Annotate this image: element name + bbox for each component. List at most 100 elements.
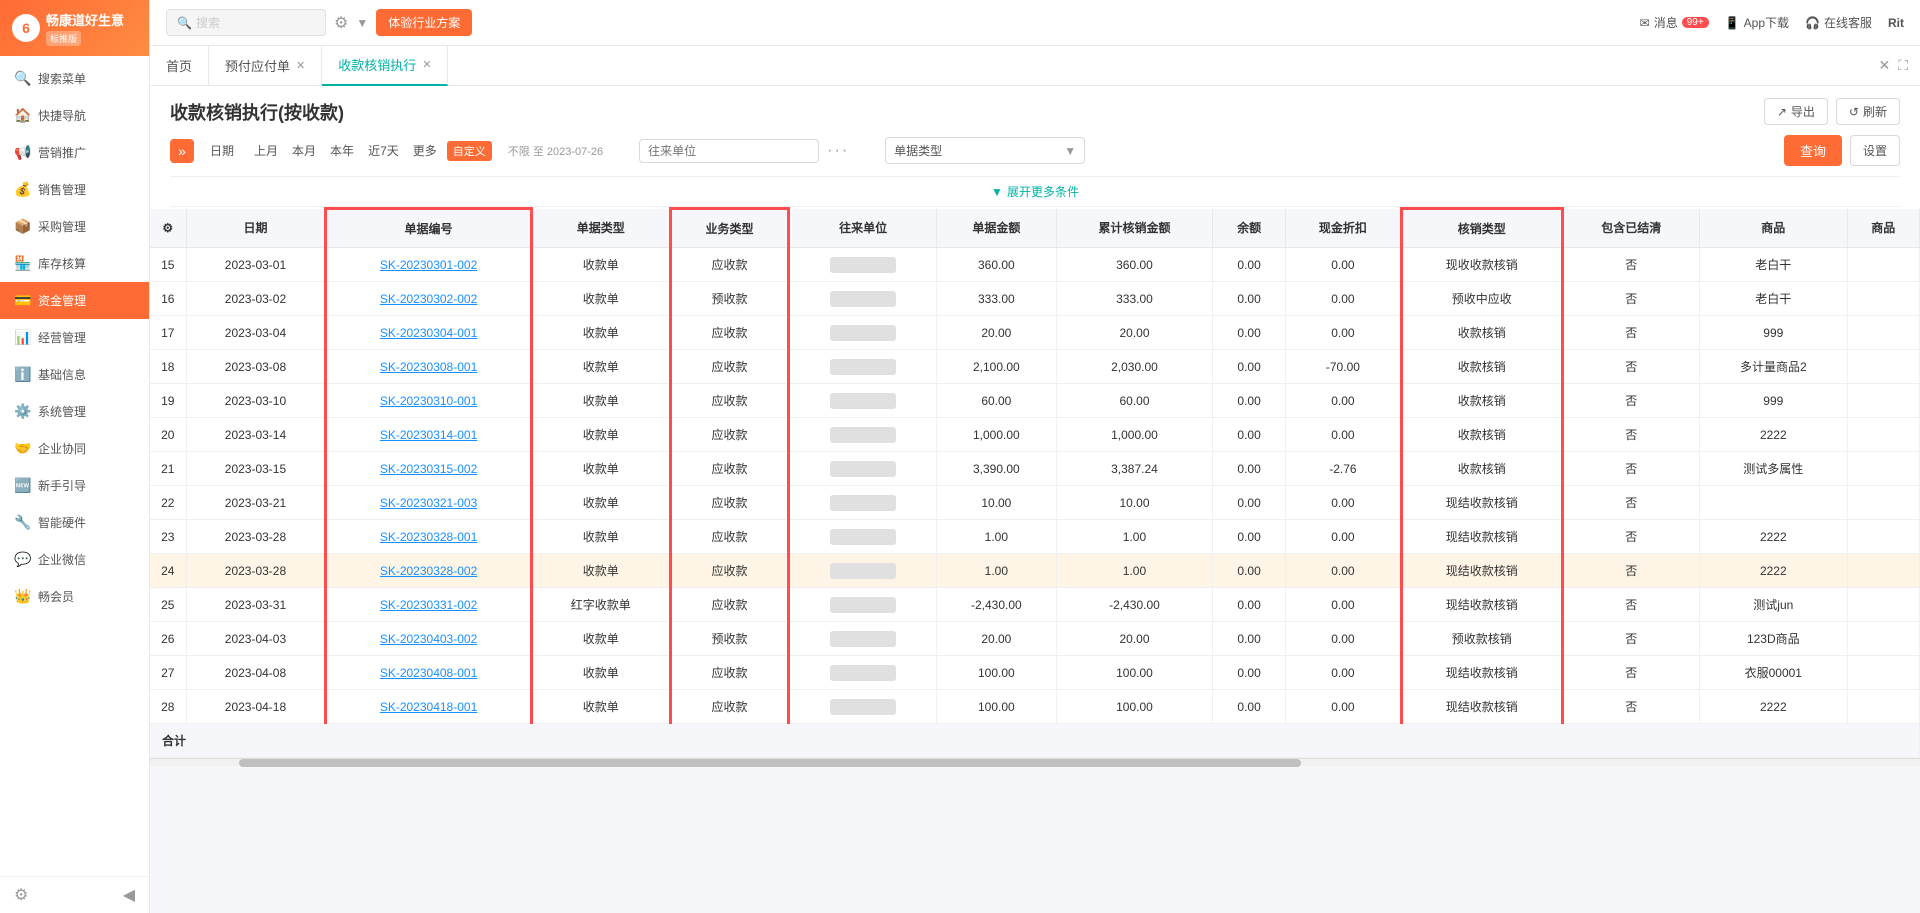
online-service-button[interactable]: 🎧 在线客服 bbox=[1805, 14, 1872, 31]
cell-coretype: 现结收款核销 bbox=[1402, 690, 1562, 724]
cell-date: 2023-04-03 bbox=[186, 622, 326, 656]
cell-goodsmore bbox=[1847, 622, 1919, 656]
cell-goods: 2222 bbox=[1700, 554, 1848, 588]
cell-singleno: SK-20230301-002 bbox=[326, 248, 531, 282]
messages-button[interactable]: ✉ 消息 99+ bbox=[1640, 14, 1709, 31]
col-header-gear[interactable]: ⚙ bbox=[150, 209, 186, 248]
type-select[interactable]: 单据类型 ▼ bbox=[885, 137, 1085, 164]
singleno-link[interactable]: SK-20230418-001 bbox=[380, 700, 477, 714]
sidebar-item-operations[interactable]: 📊经营管理 bbox=[0, 319, 149, 356]
cell-unit: ████ bbox=[789, 418, 937, 452]
table-row: 23 2023-03-28 SK-20230328-001 收款单 应收款 ██… bbox=[150, 520, 1920, 554]
sidebar-item-member[interactable]: 👑畅会员 bbox=[0, 578, 149, 615]
sidebar-item-enterprise[interactable]: 🤝企业协同 bbox=[0, 430, 149, 467]
search-icon: 🔍 bbox=[177, 16, 192, 30]
tab-expand-icon[interactable]: ⛶ bbox=[1898, 57, 1908, 74]
sidebar-item-purchase[interactable]: 📦采购管理 bbox=[0, 208, 149, 245]
cell-cumcore: 1.00 bbox=[1056, 520, 1213, 554]
sales-icon: 💰 bbox=[14, 181, 30, 198]
collapse-icon[interactable]: ◀ bbox=[123, 885, 135, 905]
sidebar-label-quicknav: 快捷导航 bbox=[38, 107, 86, 124]
tab-collect-close[interactable]: ✕ bbox=[422, 58, 431, 71]
singleno-link[interactable]: SK-20230302-002 bbox=[380, 292, 477, 306]
singleno-link[interactable]: SK-20230315-002 bbox=[380, 462, 477, 476]
cell-singleno: SK-20230314-001 bbox=[326, 418, 531, 452]
filter-toggle-button[interactable]: » bbox=[170, 139, 194, 163]
singleno-link[interactable]: SK-20230308-001 bbox=[380, 360, 477, 374]
tab-collect[interactable]: 收款核销执行 ✕ bbox=[322, 46, 448, 86]
tab-close-all-icon[interactable]: ✕ bbox=[1878, 57, 1890, 74]
filter-settings-button[interactable]: 设置 bbox=[1850, 135, 1900, 166]
singleno-link[interactable]: SK-20230408-001 bbox=[380, 666, 477, 680]
cell-coretype: 现结收款核销 bbox=[1402, 588, 1562, 622]
dropdown-arrow-icon[interactable]: ▼ bbox=[356, 16, 368, 30]
singleno-link[interactable]: SK-20230304-001 bbox=[380, 326, 477, 340]
sidebar-item-newguide[interactable]: 🆕新手引导 bbox=[0, 467, 149, 504]
table-footer: 合计 bbox=[150, 724, 1920, 758]
cell-balance: 0.00 bbox=[1213, 282, 1285, 316]
settings-icon[interactable]: ⚙ bbox=[14, 885, 28, 905]
online-service-label: 在线客服 bbox=[1824, 14, 1872, 31]
table-scrollbar-thumb[interactable] bbox=[239, 759, 1301, 767]
export-button[interactable]: ↗ 导出 bbox=[1764, 98, 1828, 125]
singleno-link[interactable]: SK-20230301-002 bbox=[380, 258, 477, 272]
refresh-button[interactable]: ↺ 刷新 bbox=[1836, 98, 1900, 125]
cell-date: 2023-03-31 bbox=[186, 588, 326, 622]
singleno-link[interactable]: SK-20230328-002 bbox=[380, 564, 477, 578]
more-filters-dots[interactable]: ··· bbox=[827, 142, 849, 160]
cell-balance: 0.00 bbox=[1213, 588, 1285, 622]
tab-prepay-close[interactable]: ✕ bbox=[296, 59, 305, 72]
cell-date: 2023-04-08 bbox=[186, 656, 326, 690]
global-search[interactable]: 🔍 搜索 bbox=[166, 9, 326, 36]
query-button[interactable]: 查询 bbox=[1784, 135, 1842, 166]
singleno-link[interactable]: SK-20230314-001 bbox=[380, 428, 477, 442]
sidebar-item-inventory[interactable]: 🏪库存核算 bbox=[0, 245, 149, 282]
sidebar-item-sales[interactable]: 💰销售管理 bbox=[0, 171, 149, 208]
cell-biztype: 应收款 bbox=[670, 520, 788, 554]
table-wrapper[interactable]: ⚙ 日期 单据编号 单据类型 业务类型 往来单位 单据金额 累计核销金额 余额 … bbox=[150, 207, 1920, 758]
sidebar-item-system[interactable]: ⚙️系统管理 bbox=[0, 393, 149, 430]
industry-solution-button[interactable]: 体验行业方案 bbox=[376, 9, 472, 36]
date-last-month[interactable]: 上月 bbox=[250, 140, 282, 161]
sidebar-item-finance[interactable]: 💳资金管理 bbox=[0, 282, 149, 319]
singleno-link[interactable]: SK-20230331-002 bbox=[380, 598, 477, 612]
cell-balance: 0.00 bbox=[1213, 316, 1285, 350]
cell-coretype: 预收款核销 bbox=[1402, 622, 1562, 656]
date-this-year[interactable]: 本年 bbox=[326, 140, 358, 161]
date-more[interactable]: 更多 bbox=[409, 140, 441, 161]
table-row: 17 2023-03-04 SK-20230304-001 收款单 应收款 ██… bbox=[150, 316, 1920, 350]
singleno-link[interactable]: SK-20230328-001 bbox=[380, 530, 477, 544]
sidebar-item-wechat[interactable]: 💬企业微信 bbox=[0, 541, 149, 578]
singleno-link[interactable]: SK-20230321-003 bbox=[380, 496, 477, 510]
sidebar-item-basic[interactable]: ℹ️基础信息 bbox=[0, 356, 149, 393]
cell-num: 25 bbox=[150, 588, 186, 622]
sidebar-item-search[interactable]: 🔍搜索菜单 bbox=[0, 60, 149, 97]
table-row: 15 2023-03-01 SK-20230301-002 收款单 应收款 ██… bbox=[150, 248, 1920, 282]
user-menu[interactable]: Rit bbox=[1888, 16, 1904, 30]
date-custom-button[interactable]: 自定义 bbox=[447, 141, 492, 161]
expand-more-button[interactable]: ▼ 展开更多条件 bbox=[991, 183, 1079, 200]
gear-icon[interactable]: ⚙ bbox=[334, 13, 348, 33]
cell-cumcore: 360.00 bbox=[1056, 248, 1213, 282]
date-this-month[interactable]: 本月 bbox=[288, 140, 320, 161]
hardware-icon: 🔧 bbox=[14, 514, 30, 531]
page-header-actions: ↗ 导出 ↺ 刷新 bbox=[1764, 98, 1900, 125]
table-scrollbar[interactable] bbox=[150, 758, 1920, 766]
singleno-link[interactable]: SK-20230403-002 bbox=[380, 632, 477, 646]
unit-input[interactable] bbox=[639, 139, 819, 163]
sidebar-item-marketing[interactable]: 📢营销推广 bbox=[0, 134, 149, 171]
cell-goodsmore bbox=[1847, 316, 1919, 350]
date-7days[interactable]: 近7天 bbox=[364, 140, 403, 161]
sidebar-item-hardware[interactable]: 🔧智能硬件 bbox=[0, 504, 149, 541]
cell-coretype: 收款核销 bbox=[1402, 316, 1562, 350]
cell-cumcore: 20.00 bbox=[1056, 622, 1213, 656]
tab-prepay[interactable]: 预付应付单 ✕ bbox=[209, 46, 322, 86]
app-download-button[interactable]: 📱 App下载 bbox=[1725, 14, 1789, 31]
singleno-link[interactable]: SK-20230310-001 bbox=[380, 394, 477, 408]
cell-includesettled: 否 bbox=[1562, 656, 1700, 690]
date-filter-label: 日期 bbox=[210, 142, 234, 159]
sidebar-item-quicknav[interactable]: 🏠快捷导航 bbox=[0, 97, 149, 134]
table-row: 27 2023-04-08 SK-20230408-001 收款单 应收款 ██… bbox=[150, 656, 1920, 690]
tab-home[interactable]: 首页 bbox=[150, 46, 209, 86]
headset-icon: 🎧 bbox=[1805, 16, 1820, 30]
